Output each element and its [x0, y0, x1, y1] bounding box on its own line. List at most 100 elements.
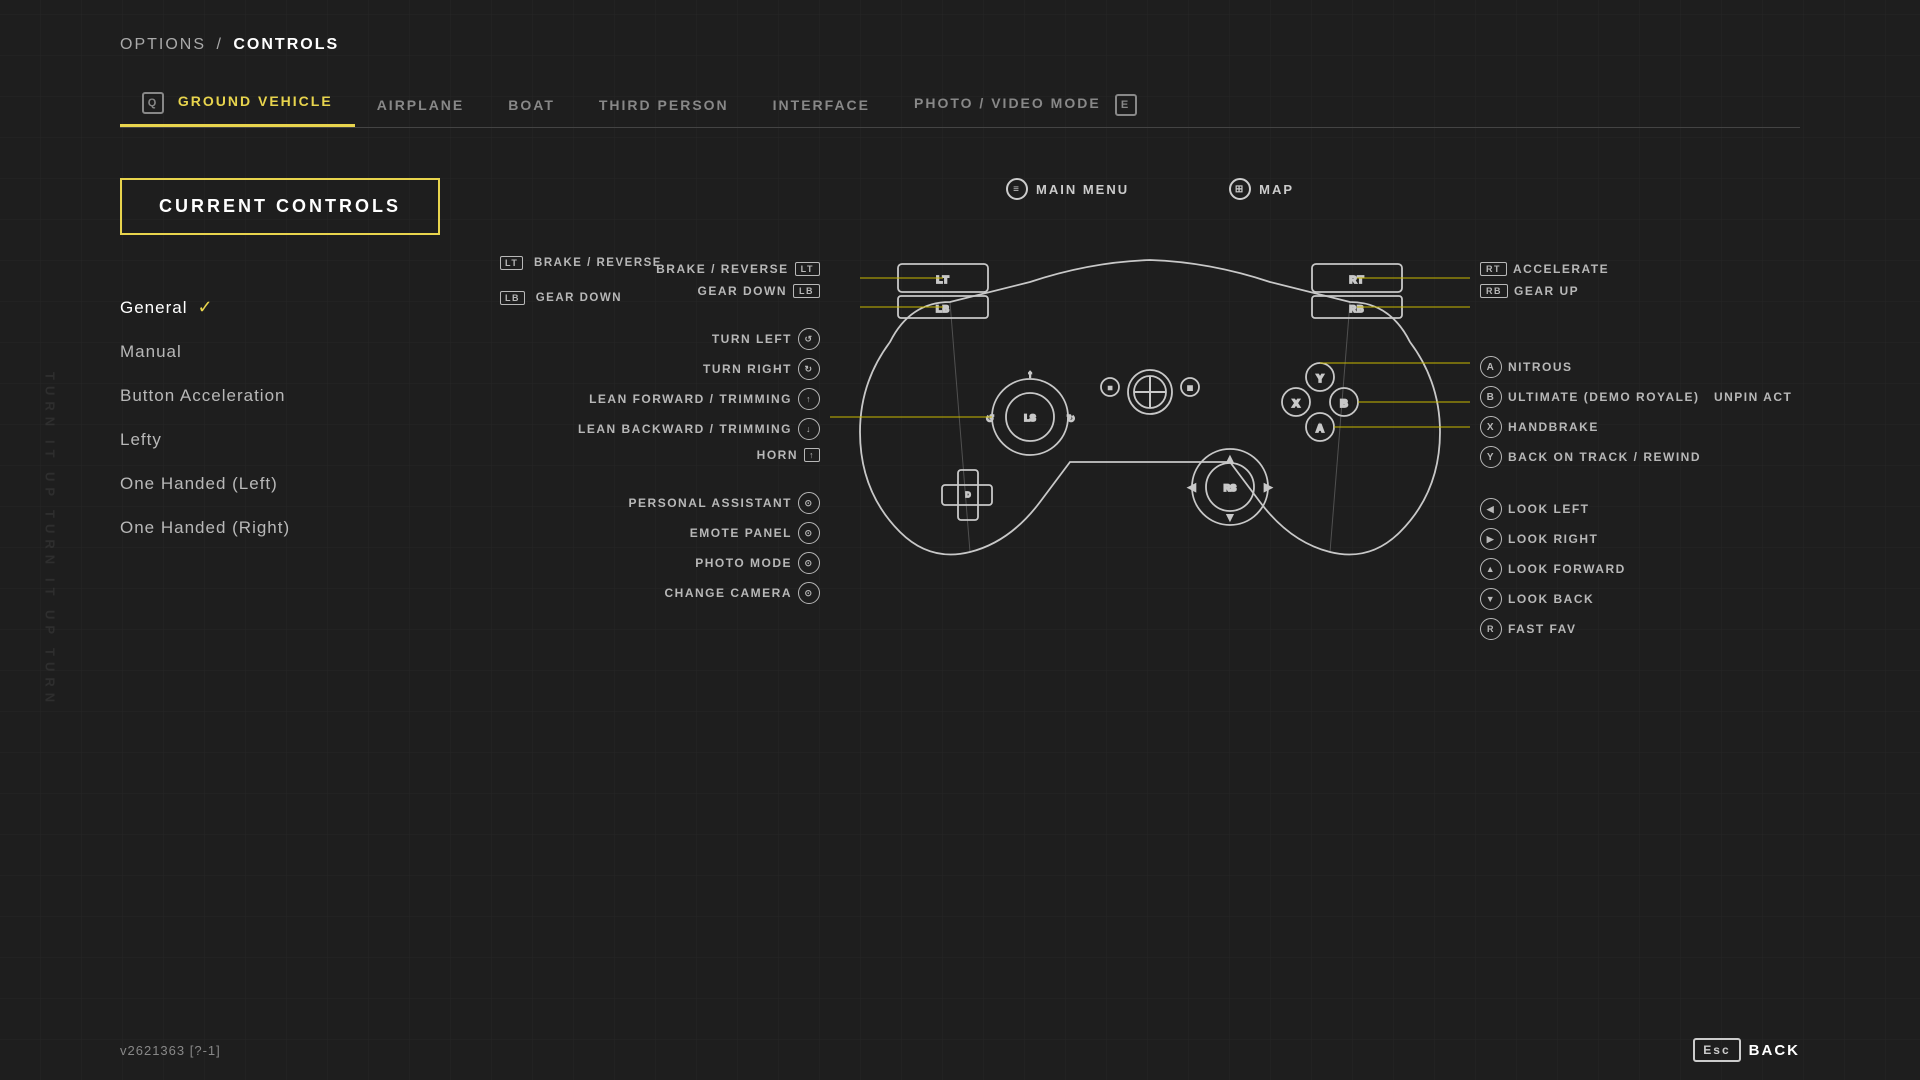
fast-fav-label: R FAST FAV [1480, 618, 1880, 640]
rs-down-badge: ▼ [1480, 588, 1502, 610]
map-icon: ⊞ [1229, 178, 1251, 200]
svg-text:LT: LT [936, 275, 949, 286]
version-text: v2621363 [?-1] [120, 1043, 221, 1058]
tab-key-q: Q [142, 92, 164, 114]
current-controls-button[interactable]: CURRENT CONTROLS [120, 178, 440, 235]
change-camera-label: CHANGE CAMERA ⊙ [520, 582, 820, 604]
tab-boat[interactable]: BOAT [486, 87, 577, 123]
svg-text:▲: ▲ [1226, 454, 1235, 464]
horn-label: HORN ↑ [520, 448, 820, 462]
controller-diagram: LT LB RT RB LS [500, 212, 1800, 692]
rs-up-badge: ▲ [1480, 558, 1502, 580]
l-badge: ↑ [798, 388, 820, 410]
svg-text:D: D [965, 492, 970, 499]
look-back-label: ▼ LOOK BACK [1480, 588, 1880, 610]
tab-interface[interactable]: INTERFACE [751, 87, 892, 123]
main-menu-icon: ≡ [1006, 178, 1028, 200]
b-badge: B [1480, 386, 1502, 408]
breadcrumb-options: OPTIONS [120, 36, 206, 53]
tab-airplane[interactable]: AIRPLANE [355, 87, 487, 123]
gear-down-label: GEAR DOWN LB [520, 284, 820, 298]
preset-general[interactable]: General ✓ [120, 285, 440, 330]
svg-text:LB: LB [936, 304, 950, 314]
emote-panel-label: EMOTE PANEL ⊙ [520, 522, 820, 544]
look-forward-label: ▲ LOOK FORWARD [1480, 558, 1880, 580]
svg-text:Y: Y [1316, 373, 1324, 385]
left-side-labels: BRAKE / REVERSE LT GEAR DOWN LB TURN LEF… [520, 262, 820, 604]
brake-label: BRAKE / REVERSE LT [520, 262, 820, 276]
look-right-label: ▶ LOOK RIGHT [1480, 528, 1880, 550]
view-badge4: ⊙ [798, 582, 820, 604]
control-preset-list: General ✓ Manual Button Acceleration Lef… [120, 285, 440, 550]
ultimate-label: B ULTIMATE (DEMO ROYALE) UNPIN ACT [1480, 386, 1880, 408]
page-layout: CURRENT CONTROLS General ✓ Manual Button… [120, 178, 1800, 692]
svg-text:X: X [1292, 398, 1300, 410]
photo-mode-label: PHOTO MODE ⊙ [520, 552, 820, 574]
preset-one-handed-right[interactable]: One Handed (Right) [120, 506, 440, 550]
svg-text:RB: RB [1350, 304, 1365, 314]
gear-up-label: RB GEAR UP [1480, 284, 1880, 298]
back-label: BACK [1749, 1042, 1800, 1059]
rs-click-badge: R [1480, 618, 1502, 640]
back-on-track-label: Y BACK ON TRACK / REWIND [1480, 446, 1880, 468]
lt-badge2: LT [795, 262, 820, 276]
top-menu-buttons: ≡ MAIN MENU ⊞ MAP [500, 178, 1800, 200]
svg-text:A: A [1316, 423, 1324, 435]
turn-left-label: TURN LEFT ↺ [520, 328, 820, 350]
nitrous-label: A NITROUS [1480, 356, 1880, 378]
ls-badge2: ↻ [798, 358, 820, 380]
lean-forward-label: LEAN FORWARD / TRIMMING ↑ [520, 388, 820, 410]
svg-text:⊞: ⊞ [1187, 386, 1192, 392]
breadcrumb-current: CONTROLS [233, 36, 339, 53]
selected-checkmark: ✓ [197, 297, 213, 318]
preset-manual[interactable]: Manual [120, 330, 440, 374]
svg-text:◀: ◀ [1189, 482, 1196, 492]
svg-text:↑: ↑ [1028, 369, 1033, 380]
ls-badge: ↺ [798, 328, 820, 350]
tab-photo-video[interactable]: PHOTO / VIDEO MODE E [892, 84, 1159, 126]
svg-text:≡: ≡ [1108, 386, 1112, 392]
x-badge: X [1480, 416, 1502, 438]
accelerate-label: RT ACCELERATE [1480, 262, 1880, 276]
left-panel: CURRENT CONTROLS General ✓ Manual Button… [120, 178, 440, 692]
preset-lefty[interactable]: Lefty [120, 418, 440, 462]
breadcrumb: OPTIONS / CONTROLS [120, 0, 1800, 54]
rt-badge: RT [1480, 262, 1507, 276]
esc-key: Esc [1693, 1038, 1740, 1062]
main-menu-button: ≡ MAIN MENU [1006, 178, 1129, 200]
tab-key-e: E [1115, 94, 1137, 116]
svg-text:↺: ↺ [986, 414, 994, 425]
y-badge: Y [1480, 446, 1502, 468]
svg-text:↻: ↻ [1067, 414, 1075, 425]
dpad-badge: ↑ [804, 448, 820, 462]
rs-right-badge: ▶ [1480, 528, 1502, 550]
svg-text:LS: LS [1024, 413, 1036, 423]
tab-third-person[interactable]: THIRD PERSON [577, 87, 751, 123]
rs-left-badge: ◀ [1480, 498, 1502, 520]
right-side-labels: RT ACCELERATE RB GEAR UP A NITROUS B UL [1480, 262, 1880, 640]
main-menu-label: MAIN MENU [1036, 182, 1129, 197]
rb-badge: RB [1480, 284, 1508, 298]
controller-area: ≡ MAIN MENU ⊞ MAP [500, 178, 1800, 692]
svg-text:▼: ▼ [1226, 512, 1235, 522]
map-button: ⊞ MAP [1229, 178, 1294, 200]
preset-one-handed-left[interactable]: One Handed (Left) [120, 462, 440, 506]
tabs-bar: Q GROUND VEHICLE AIRPLANE BOAT THIRD PER… [120, 82, 1800, 128]
map-label: MAP [1259, 182, 1294, 197]
tab-ground-vehicle[interactable]: Q GROUND VEHICLE [120, 82, 355, 127]
breadcrumb-separator: / [216, 36, 222, 53]
look-left-label: ◀ LOOK LEFT [1480, 498, 1880, 520]
personal-assistant-label: PERSONAL ASSISTANT ⊙ [520, 492, 820, 514]
view-badge3: ⊙ [798, 552, 820, 574]
preset-button-acceleration[interactable]: Button Acceleration [120, 374, 440, 418]
svg-text:RT: RT [1349, 275, 1364, 286]
back-button[interactable]: Esc BACK [1693, 1038, 1800, 1062]
controller-svg: LT LB RT RB LS [830, 222, 1470, 602]
svg-text:RS: RS [1224, 483, 1237, 493]
view-badge2: ⊙ [798, 522, 820, 544]
svg-text:▶: ▶ [1265, 482, 1272, 492]
a-badge: A [1480, 356, 1502, 378]
svg-text:B: B [1340, 398, 1348, 410]
lb-badge2: LB [793, 284, 820, 298]
handbrake-label: X HANDBRAKE [1480, 416, 1880, 438]
